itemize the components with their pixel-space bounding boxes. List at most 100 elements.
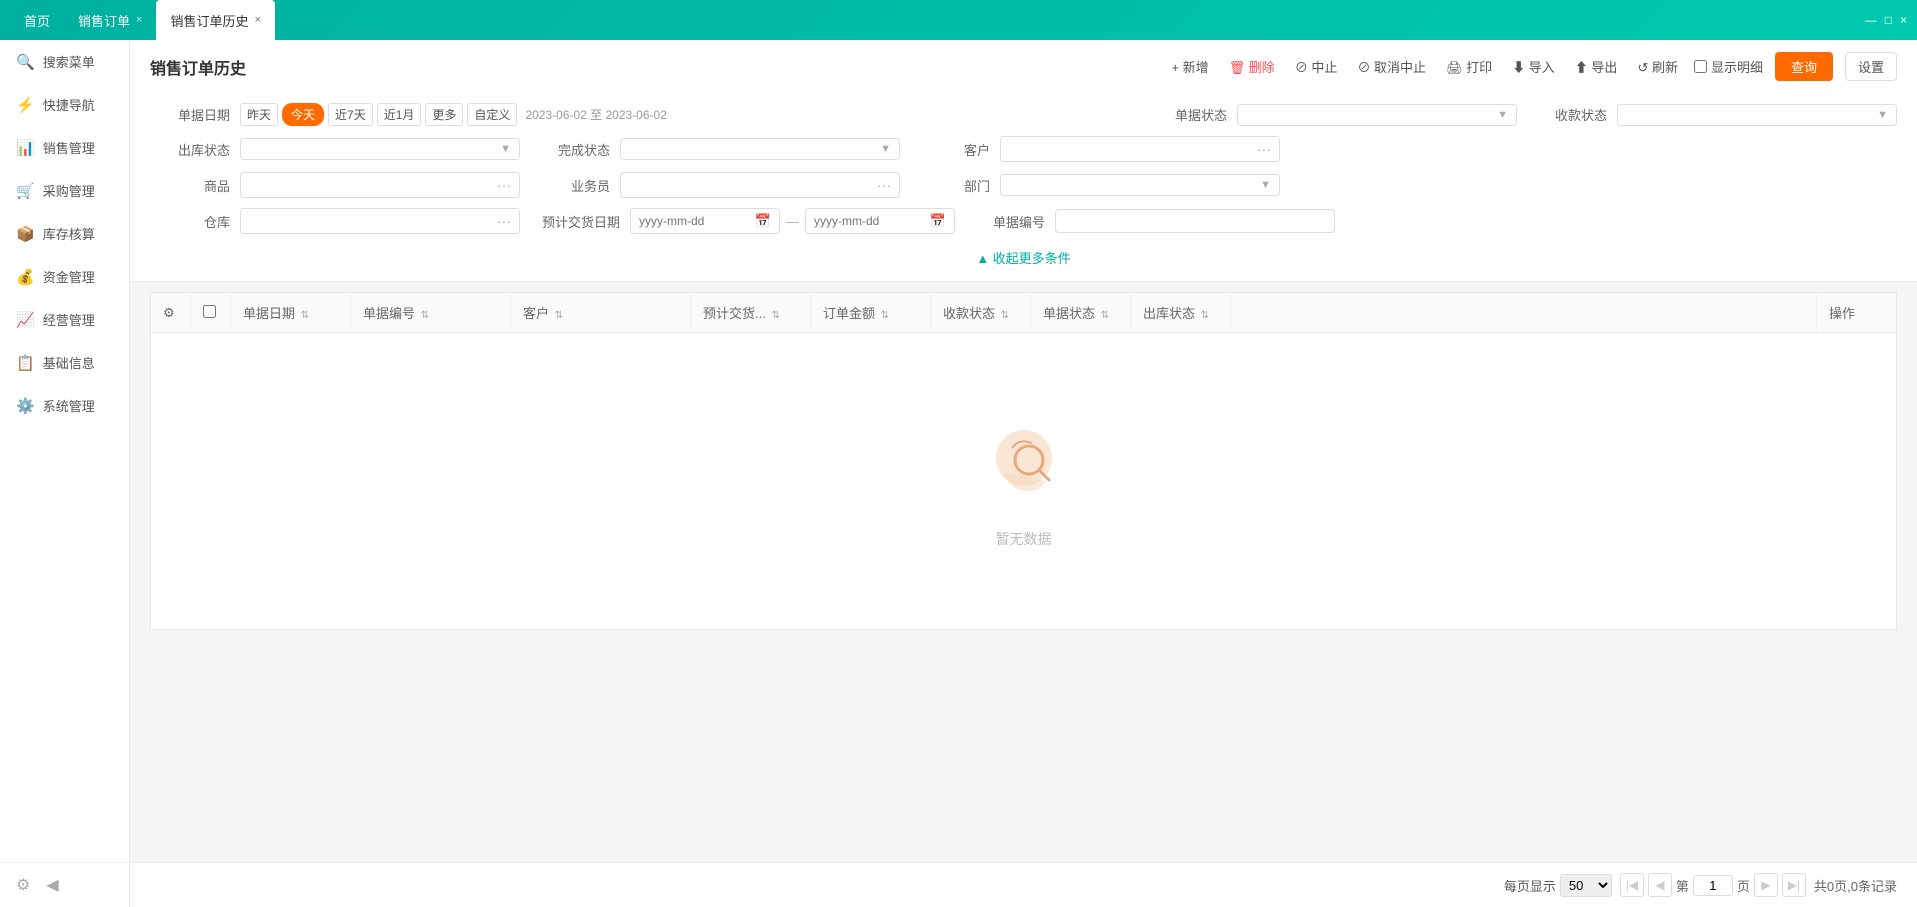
stop-button[interactable]: ⊘ 中止 <box>1291 55 1342 78</box>
warehouse-text-field[interactable] <box>249 214 493 228</box>
refresh-button[interactable]: ↺ 刷新 <box>1633 55 1682 78</box>
calendar-from-icon[interactable]: 📅 <box>755 213 771 229</box>
sidebar-item-base-info[interactable]: 📋 基础信息 <box>0 341 129 384</box>
col-amount-header[interactable]: 订单金额 ⇅ <box>811 293 931 333</box>
order-status-select[interactable]: ▼ <box>1237 104 1517 126</box>
sidebar-item-system-mgmt[interactable]: ⚙️ 系统管理 <box>0 384 129 427</box>
col-delivery-header[interactable]: 预计交货... ⇅ <box>691 293 811 333</box>
expected-date-to-input[interactable]: 📅 <box>805 208 955 234</box>
sidebar-item-search-menu[interactable]: 🔍 搜索菜单 <box>0 40 129 83</box>
tab-sales-order[interactable]: 销售订单 × <box>64 0 156 40</box>
order-status-sort-icon: ⇅ <box>1101 310 1109 321</box>
tab-sales-order-close[interactable]: × <box>136 14 142 26</box>
display-cols-input[interactable] <box>1694 60 1707 73</box>
goods-dots-icon[interactable]: ··· <box>497 177 511 193</box>
customer-input[interactable]: ··· <box>1000 136 1280 162</box>
date-btn-more[interactable]: 更多 <box>425 103 463 126</box>
page-size-select[interactable]: 50 100 200 <box>1560 874 1612 897</box>
col-ship-status-header[interactable]: 出库状态 ⇅ <box>1131 293 1231 333</box>
warehouse-label: 仓库 <box>150 212 240 231</box>
col-number-header[interactable]: 单据编号 ⇅ <box>351 293 511 333</box>
col-customer-header[interactable]: 客户 ⇅ <box>511 293 691 333</box>
col-check-header[interactable] <box>191 293 231 333</box>
date-btn-yesterday[interactable]: 昨天 <box>240 103 278 126</box>
sidebar-collapse-icon[interactable]: ◀ <box>46 875 58 895</box>
data-table: ⚙ 单据日期 ⇅ 单据编号 ⇅ 客户 <box>150 292 1897 630</box>
sidebar-settings-icon[interactable]: ⚙ <box>16 875 30 895</box>
page-prev-button[interactable]: ◀ <box>1648 873 1672 897</box>
customer-dots-icon[interactable]: ··· <box>1257 141 1271 157</box>
col-settings-header[interactable]: ⚙ <box>151 293 191 333</box>
warehouse-dots-icon[interactable]: ··· <box>497 213 511 229</box>
sidebar-item-finance[interactable]: 💰 资金管理 <box>0 255 129 298</box>
window-close-icon[interactable]: × <box>1900 13 1907 27</box>
expected-date-to-field[interactable] <box>814 214 926 228</box>
payment-status-select[interactable]: ▼ <box>1617 104 1897 126</box>
sidebar-item-sales-mgmt[interactable]: 📊 销售管理 <box>0 126 129 169</box>
order-number-field[interactable] <box>1064 214 1326 228</box>
dept-select[interactable]: ▼ <box>1000 174 1280 196</box>
window-restore-icon[interactable]: □ <box>1885 13 1892 27</box>
calendar-to-icon[interactable]: 📅 <box>930 213 946 229</box>
query-button[interactable]: 查询 <box>1775 52 1833 81</box>
sidebar-item-finance-label: 资金管理 <box>43 267 95 286</box>
page-size-label: 每页显示 <box>1504 876 1556 895</box>
salesperson-input[interactable]: ··· <box>620 172 900 198</box>
tab-sales-history-close[interactable]: × <box>254 14 260 26</box>
cancel-stop-button[interactable]: ⊘ 取消中止 <box>1353 55 1430 78</box>
page-size-control: 每页显示 50 100 200 <box>1504 874 1612 897</box>
date-btn-1month[interactable]: 近1月 <box>377 103 422 126</box>
order-number-input[interactable] <box>1055 209 1335 233</box>
salesperson-text-field[interactable] <box>629 178 873 192</box>
sidebar-item-operations[interactable]: 📈 经营管理 <box>0 298 129 341</box>
select-all-checkbox[interactable] <box>203 305 216 318</box>
page-last-button[interactable]: ▶| <box>1782 873 1806 897</box>
date-btn-custom[interactable]: 自定义 <box>467 103 517 126</box>
window-minimize-icon[interactable]: — <box>1865 13 1877 27</box>
date-btn-today[interactable]: 今天 <box>282 103 324 126</box>
sidebar-item-operations-label: 经营管理 <box>43 310 95 329</box>
settings-button[interactable]: 设置 <box>1845 52 1897 81</box>
date-shortcuts: 昨天 今天 近7天 近1月 更多 自定义 <box>240 103 517 126</box>
page-header: 销售订单历史 + 新增 🗑 删除 ⊘ 中止 ⊘ 取消中止 🖨 打印 ⬇ 导入 ⬆… <box>130 40 1917 282</box>
tab-sales-history-label: 销售订单历史 <box>170 11 248 30</box>
sidebar-item-purchase-mgmt[interactable]: 🛒 采购管理 <box>0 169 129 212</box>
warehouse-input[interactable]: ··· <box>240 208 520 234</box>
collapse-filters-button[interactable]: ▲ 收起更多条件 <box>150 244 1897 271</box>
date-label: 单据日期 <box>150 105 240 124</box>
export-button[interactable]: ⬆ 导出 <box>1571 55 1622 78</box>
page-suffix: 页 <box>1737 876 1750 895</box>
date-btn-7days[interactable]: 近7天 <box>328 103 373 126</box>
expected-date-from-field[interactable] <box>639 214 751 228</box>
ship-status-sort-icon: ⇅ <box>1201 310 1209 321</box>
page-first-button[interactable]: |◀ <box>1620 873 1644 897</box>
tab-sales-history[interactable]: 销售订单历史 × <box>156 0 274 40</box>
col-date-header[interactable]: 单据日期 ⇅ <box>231 293 351 333</box>
customer-text-field[interactable] <box>1009 142 1253 156</box>
order-number-label: 单据编号 <box>975 212 1055 231</box>
tab-home[interactable]: 首页 <box>10 0 64 40</box>
new-button[interactable]: + 新增 <box>1167 55 1212 78</box>
salesperson-dots-icon[interactable]: ··· <box>877 177 891 193</box>
empty-state: 暂无数据 <box>151 333 1896 629</box>
page-next-button[interactable]: ▶ <box>1754 873 1778 897</box>
complete-status-select[interactable]: ▼ <box>620 138 900 160</box>
page-number-input[interactable] <box>1693 875 1733 896</box>
import-button[interactable]: ⬇ 导入 <box>1508 55 1559 78</box>
sidebar-item-inventory[interactable]: 📦 库存核算 <box>0 212 129 255</box>
display-cols-checkbox[interactable]: 显示明细 <box>1694 57 1763 76</box>
delete-button[interactable]: 🗑 删除 <box>1225 55 1279 78</box>
print-button[interactable]: 🖨 打印 <box>1442 55 1496 78</box>
sidebar-item-quick-nav[interactable]: ⚡ 快捷导航 <box>0 83 129 126</box>
expected-date-from-input[interactable]: 📅 <box>630 208 780 234</box>
sidebar-item-inventory-label: 库存核算 <box>43 224 95 243</box>
col-payment-status-header[interactable]: 收款状态 ⇅ <box>931 293 1031 333</box>
col-order-status-header[interactable]: 单据状态 ⇅ <box>1031 293 1131 333</box>
order-status-arrow-icon: ▼ <box>1497 109 1508 121</box>
amount-sort-icon: ⇅ <box>881 310 889 321</box>
goods-input[interactable]: ··· <box>240 172 520 198</box>
payment-status-arrow-icon: ▼ <box>1877 109 1888 121</box>
ship-status-select[interactable]: ▼ <box>240 138 520 160</box>
goods-text-field[interactable] <box>249 178 493 192</box>
filter-area: 单据日期 昨天 今天 近7天 近1月 更多 自定义 2023-06-02 至 2… <box>150 93 1897 281</box>
